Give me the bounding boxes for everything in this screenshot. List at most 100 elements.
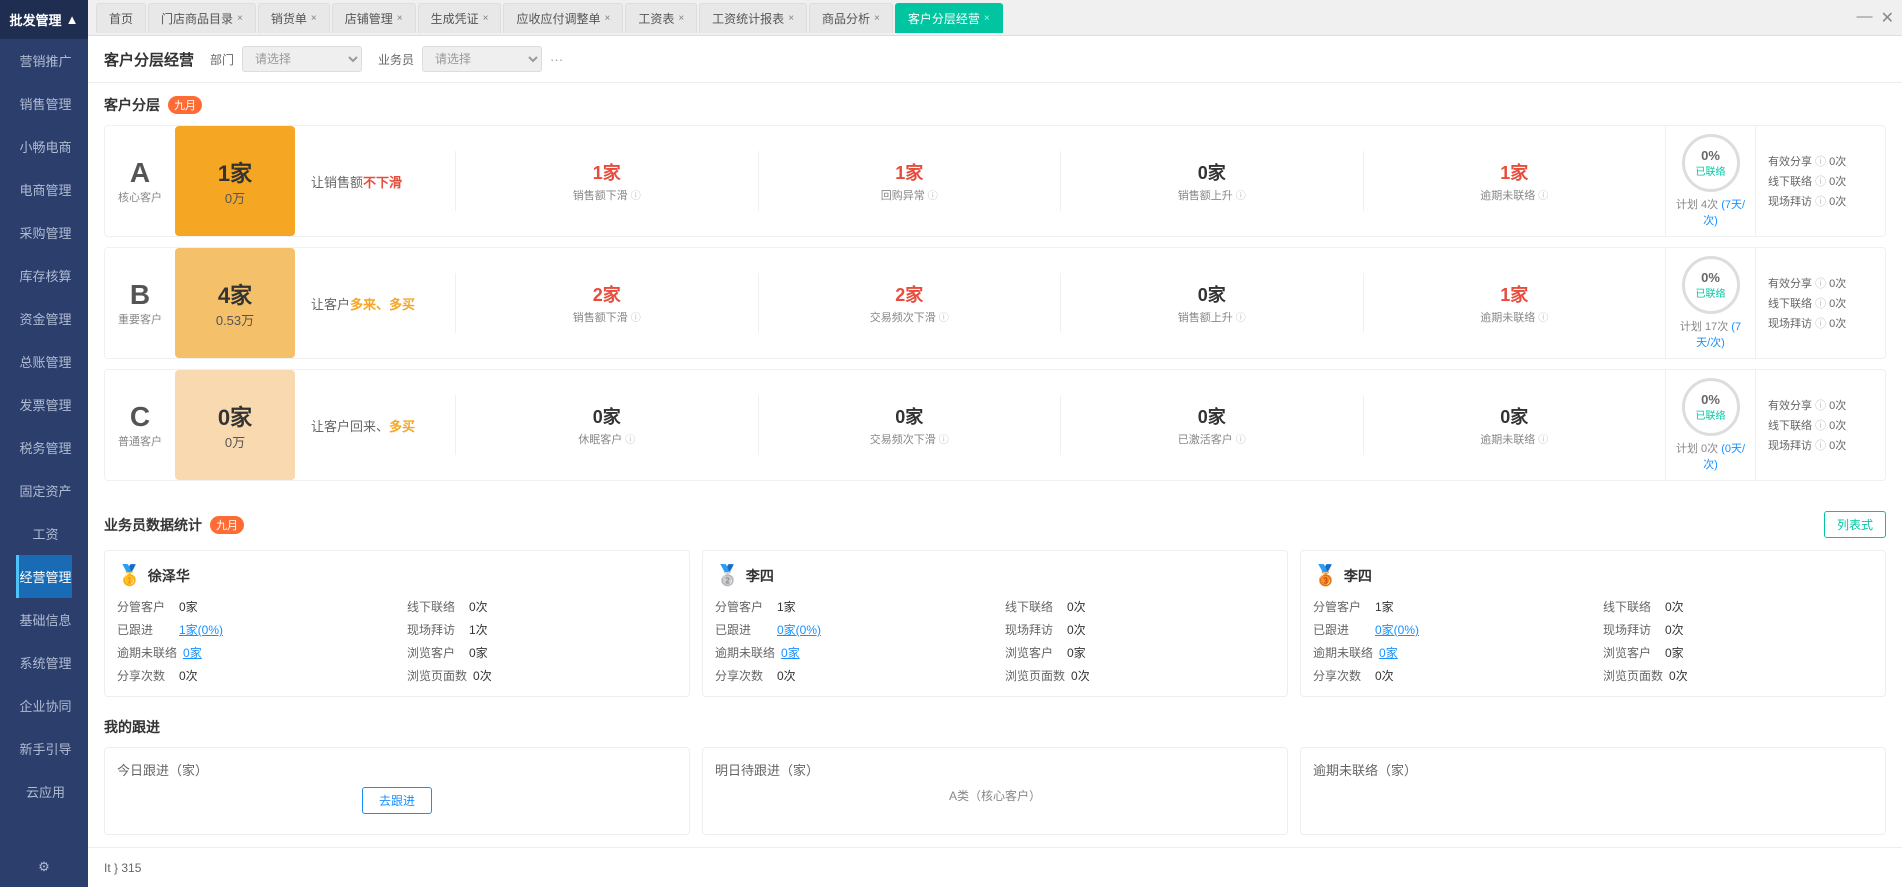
sidebar-item-采购管理[interactable]: 采购管理	[16, 211, 71, 254]
tier-metric-B-0: 2家销售额下滑 ⓘ	[455, 273, 758, 333]
sidebar-item-库存核算[interactable]: 库存核算	[16, 254, 71, 297]
tab-close-工资表[interactable]: ×	[678, 13, 684, 24]
tier-metric-C-0: 0家休眠客户 ⓘ	[455, 395, 758, 455]
tab-close-店铺管理[interactable]: ×	[397, 13, 403, 24]
staff-stat-0-0: 分管客户0家	[117, 598, 387, 615]
stat-value-0-2[interactable]: 1家(0%)	[179, 621, 223, 638]
tier-metric-C-1: 0家交易频次下滑 ⓘ	[758, 395, 1061, 455]
tier-highlight-A: 不下滑	[363, 175, 402, 190]
followup-card-title-2: 逾期未联络（家）	[1313, 760, 1873, 779]
sidebar-item-基础信息[interactable]: 基础信息	[16, 598, 71, 641]
sidebar-item-营销推广[interactable]: 营销推广	[16, 39, 71, 82]
stat-value-0-4[interactable]: 0家	[183, 644, 202, 661]
sidebar-item-云应用[interactable]: 云应用	[16, 770, 71, 813]
customer-section-header: 客户分层 九月	[104, 95, 1886, 115]
right-stat-现场拜访: 现场拜访 ⓘ 0次	[1768, 193, 1873, 209]
tier-label-B: B重要客户	[105, 248, 175, 358]
stat-value-1-7: 0次	[1071, 667, 1090, 684]
tab-店铺管理[interactable]: 店铺管理×	[332, 3, 416, 33]
tab-生成凭证[interactable]: 生成凭证×	[418, 3, 502, 33]
sidebar-item-固定资产[interactable]: 固定资产	[16, 469, 71, 512]
sidebar-item-电商管理[interactable]: 电商管理	[16, 168, 71, 211]
staff-stat-1-0: 分管客户1家	[715, 598, 985, 615]
window-minimize-icon[interactable]: —	[1857, 8, 1873, 28]
staff-section-title: 业务员数据统计	[104, 515, 202, 535]
tab-close-商品分析[interactable]: ×	[874, 13, 880, 24]
staff-stat-2-5: 浏览客户0家	[1603, 644, 1873, 661]
tab-客户分层经营[interactable]: 客户分层经营×	[895, 3, 1003, 33]
tab-销货单[interactable]: 销货单×	[258, 3, 330, 33]
tier-stats-A: 1家0万	[175, 126, 295, 236]
stat-value-1-4[interactable]: 0家	[781, 644, 800, 661]
right-stat-现场拜访: 现场拜访 ⓘ 0次	[1768, 315, 1873, 331]
staff-month-badge: 九月	[210, 516, 244, 534]
sidebar-item-税务管理[interactable]: 税务管理	[16, 426, 71, 469]
tab-工资表[interactable]: 工资表×	[625, 3, 697, 33]
staff-medal-0: 🥇	[117, 563, 142, 588]
tab-close-销货单[interactable]: ×	[311, 13, 317, 24]
bottom-text: It } 315	[104, 861, 141, 875]
tier-stats-C: 0家0万	[175, 370, 295, 480]
dept-filter: 部门 请选择	[210, 46, 362, 72]
staff-header: 业务员数据统计 九月 列表式	[104, 511, 1886, 538]
right-stat-有效分享: 有效分享 ⓘ 0次	[1768, 397, 1873, 413]
tier-metrics-C: 0家休眠客户 ⓘ0家交易频次下滑 ⓘ0家已激活客户 ⓘ0家逾期未联络 ⓘ	[455, 370, 1665, 480]
sidebar-item-资金管理[interactable]: 资金管理	[16, 297, 71, 340]
staff-stat-0-3: 现场拜访1次	[407, 621, 677, 638]
right-stat-线下联络: 线下联络 ⓘ 0次	[1768, 295, 1873, 311]
sidebar-item-系统管理[interactable]: 系统管理	[16, 641, 71, 684]
page-header: 客户分层经营 部门 请选择 业务员 请选择 ···	[88, 36, 1902, 83]
followup-card-0: 今日跟进（家）去跟进	[104, 747, 690, 835]
tier-amount-B: 0.53万	[216, 310, 254, 329]
followup-card-1: 明日待跟进（家）A类（核心客户）	[702, 747, 1288, 835]
sidebar: 批发管理 ▲ 营销推广销售管理小畅电商电商管理采购管理库存核算资金管理总账管理发…	[0, 0, 88, 887]
stat-value-2-1: 0次	[1665, 598, 1684, 615]
staff-name-row-0: 🥇徐泽华	[117, 563, 677, 588]
stat-value-2-2[interactable]: 0家(0%)	[1375, 621, 1419, 638]
tier-circle-B: 0% 已联络 计划 17次 (7天/次)	[1665, 248, 1755, 358]
tab-close-应收应付调整单[interactable]: ×	[604, 13, 610, 24]
sidebar-expand-icon[interactable]: ▲	[66, 12, 79, 27]
more-options-icon[interactable]: ···	[550, 52, 563, 67]
stat-value-2-4[interactable]: 0家	[1379, 644, 1398, 661]
tab-close-工资统计报表[interactable]: ×	[788, 13, 794, 24]
tab-close-生成凭证[interactable]: ×	[483, 13, 489, 24]
sidebar-top[interactable]: 批发管理 ▲	[0, 0, 88, 39]
staff-header-left: 业务员数据统计 九月	[104, 515, 244, 535]
dept-select[interactable]: 请选择	[242, 46, 362, 72]
window-close-icon[interactable]: ✕	[1881, 8, 1894, 28]
tab-close-客户分层经营[interactable]: ×	[984, 13, 990, 24]
tab-close-门店商品目录[interactable]: ×	[237, 13, 243, 24]
stat-value-1-5: 0家	[1067, 644, 1086, 661]
sidebar-item-经营管理[interactable]: 经营管理	[16, 555, 71, 598]
tier-letter-B: B	[130, 279, 150, 311]
sidebar-top-label: 批发管理	[10, 10, 62, 29]
staff-stat-1-2: 已跟进0家(0%)	[715, 621, 985, 638]
sidebar-item-销售管理[interactable]: 销售管理	[16, 82, 71, 125]
sidebar-item-新手引导[interactable]: 新手引导	[16, 727, 71, 770]
tier-row-C: C普通客户0家0万让客户回来、多买0家休眠客户 ⓘ0家交易频次下滑 ⓘ0家已激活…	[104, 369, 1886, 481]
staff-select[interactable]: 请选择	[422, 46, 542, 72]
stat-value-0-3: 1次	[469, 621, 488, 638]
settings-button[interactable]: ⚙	[0, 847, 88, 887]
staff-filter: 业务员 请选择 ···	[378, 46, 563, 72]
list-view-button[interactable]: 列表式	[1824, 511, 1886, 538]
stat-value-1-2[interactable]: 0家(0%)	[777, 621, 821, 638]
tab-门店商品目录[interactable]: 门店商品目录×	[148, 3, 256, 33]
sidebar-item-企业协同[interactable]: 企业协同	[16, 684, 71, 727]
sidebar-item-发票管理[interactable]: 发票管理	[16, 383, 71, 426]
staff-section: 业务员数据统计 九月 列表式 🥇徐泽华分管客户0家线下联络0次已跟进1家(0%)…	[88, 503, 1902, 709]
staff-stats-grid-0: 分管客户0家线下联络0次已跟进1家(0%)现场拜访1次逾期未联络0家浏览客户0家…	[117, 598, 677, 684]
followup-btn-0[interactable]: 去跟进	[362, 787, 432, 814]
tab-工资统计报表[interactable]: 工资统计报表×	[699, 3, 807, 33]
sidebar-item-工资[interactable]: 工资	[16, 512, 71, 555]
tier-letter-A: A	[130, 157, 150, 189]
tab-商品分析[interactable]: 商品分析×	[809, 3, 893, 33]
sidebar-item-小畅电商[interactable]: 小畅电商	[16, 125, 71, 168]
tab-首页[interactable]: 首页	[96, 3, 146, 33]
staff-name-1: 李四	[746, 566, 774, 586]
staff-stat-2-3: 现场拜访0次	[1603, 621, 1873, 638]
tab-应收应付调整单[interactable]: 应收应付调整单×	[503, 3, 623, 33]
stat-value-2-6: 0次	[1375, 667, 1394, 684]
sidebar-item-总账管理[interactable]: 总账管理	[16, 340, 71, 383]
